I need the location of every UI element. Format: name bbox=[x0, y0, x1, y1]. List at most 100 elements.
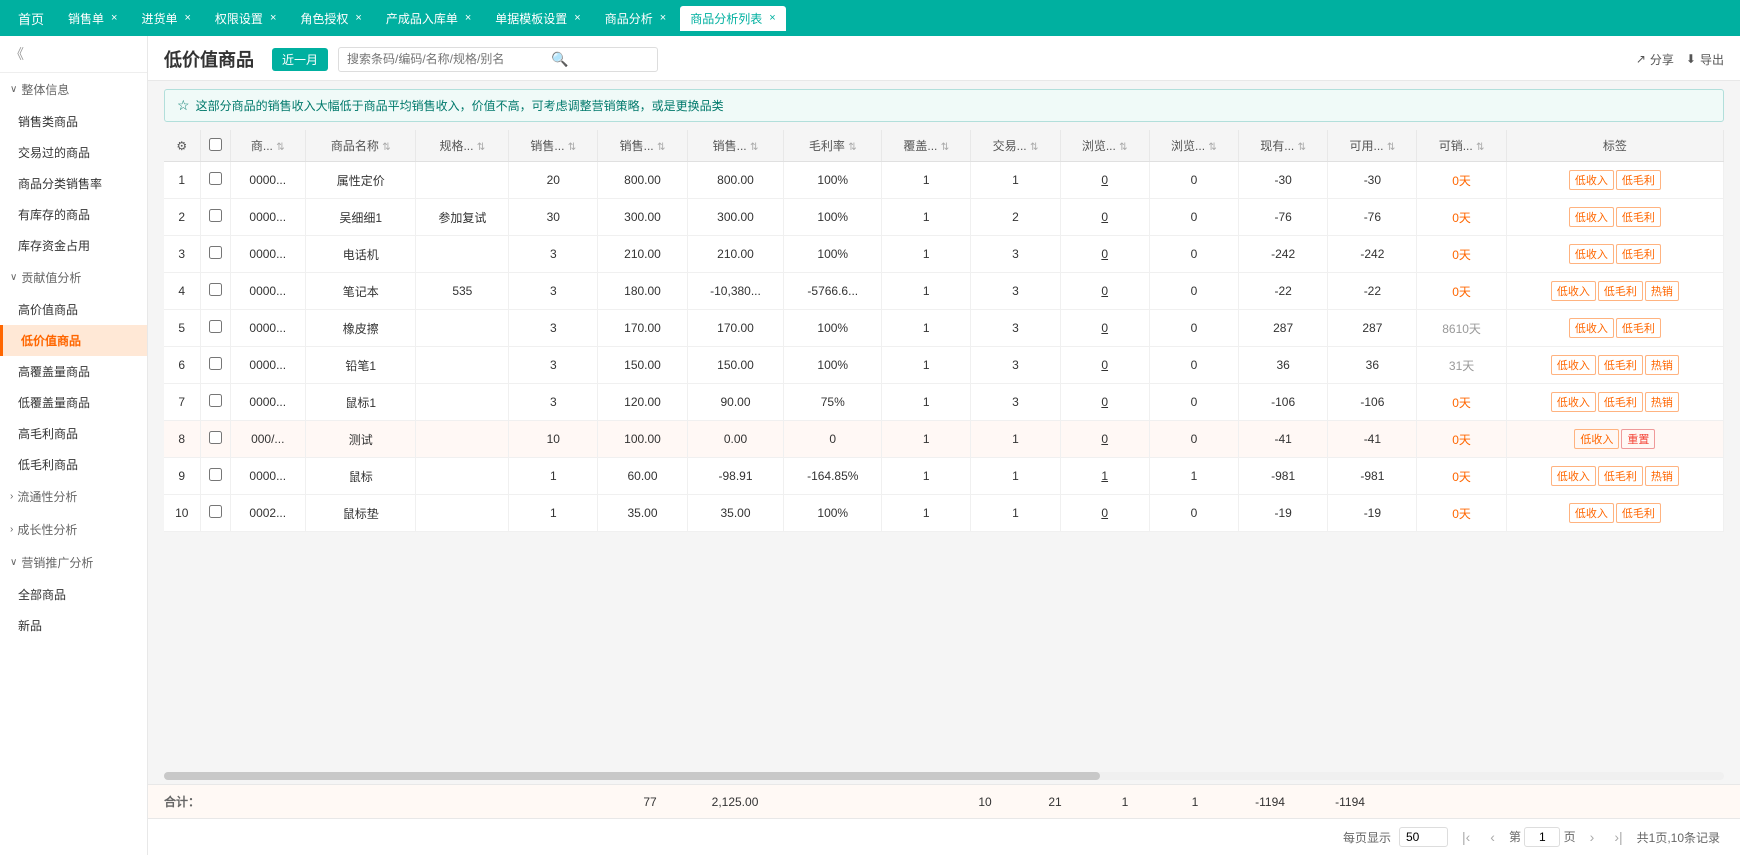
close-icon[interactable]: × bbox=[769, 12, 775, 24]
cell-views1[interactable]: 0 bbox=[1060, 495, 1149, 532]
cell-views1[interactable]: 1 bbox=[1060, 458, 1149, 495]
cell-views1[interactable]: 0 bbox=[1060, 421, 1149, 458]
scrollbar-thumb[interactable] bbox=[164, 772, 1100, 780]
row-checkbox[interactable] bbox=[209, 394, 222, 407]
sidebar-group-growth[interactable]: › 成长性分析 bbox=[0, 513, 147, 546]
col-name[interactable]: 商品名称 ⇅ bbox=[306, 130, 416, 162]
col-gross-margin[interactable]: 毛利率 ⇅ bbox=[784, 130, 882, 162]
nav-item-2[interactable]: 权限设置 × bbox=[205, 6, 286, 31]
sidebar-item-low-margin[interactable]: 低毛利商品 bbox=[0, 449, 147, 480]
cell-views1[interactable]: 0 bbox=[1060, 162, 1149, 199]
close-icon[interactable]: × bbox=[660, 12, 666, 24]
cell-views1[interactable]: 0 bbox=[1060, 310, 1149, 347]
cell-views1[interactable]: 0 bbox=[1060, 199, 1149, 236]
sidebar-item-stock-capital[interactable]: 库存资金占用 bbox=[0, 230, 147, 261]
col-settings[interactable]: ⚙ bbox=[164, 130, 200, 162]
export-button[interactable]: ⬇ 导出 bbox=[1686, 51, 1724, 68]
close-icon[interactable]: × bbox=[270, 12, 276, 24]
col-transactions[interactable]: 交易... ⇅ bbox=[971, 130, 1060, 162]
row-checkbox[interactable] bbox=[209, 209, 222, 222]
close-icon[interactable]: × bbox=[355, 12, 361, 24]
sidebar-collapse-btn[interactable]: 《 bbox=[10, 44, 24, 64]
prev-page-btn[interactable]: ‹ bbox=[1484, 827, 1501, 847]
col-current-stock[interactable]: 现有... ⇅ bbox=[1239, 130, 1328, 162]
search-input[interactable] bbox=[347, 52, 547, 66]
cell-views2: 0 bbox=[1149, 162, 1238, 199]
row-checkbox[interactable] bbox=[209, 468, 222, 481]
sidebar-item-high-coverage[interactable]: 高覆盖量商品 bbox=[0, 356, 147, 387]
nav-item-7[interactable]: 商品分析列表 × bbox=[680, 6, 785, 31]
horizontal-scrollbar[interactable] bbox=[164, 772, 1724, 780]
sidebar-item-low-coverage[interactable]: 低覆盖量商品 bbox=[0, 387, 147, 418]
page-input[interactable] bbox=[1524, 827, 1560, 847]
close-icon[interactable]: × bbox=[184, 12, 190, 24]
next-page-btn[interactable]: › bbox=[1584, 827, 1601, 847]
select-all-checkbox[interactable] bbox=[209, 138, 222, 151]
nav-item-3[interactable]: 角色授权 × bbox=[290, 6, 371, 31]
cell-views1[interactable]: 0 bbox=[1060, 384, 1149, 421]
cell-tags: 低收入低毛利热销 bbox=[1506, 273, 1723, 310]
sidebar-item-low-value[interactable]: 低价值商品 bbox=[0, 325, 147, 356]
row-checkbox[interactable] bbox=[209, 320, 222, 333]
col-sales-profit[interactable]: 销售... ⇅ bbox=[687, 130, 784, 162]
sidebar-item-high-value[interactable]: 高价值商品 bbox=[0, 294, 147, 325]
cell-sales_qty: 3 bbox=[509, 273, 598, 310]
col-code[interactable]: 商... ⇅ bbox=[230, 130, 306, 162]
sidebar-group-circulation[interactable]: › 流通性分析 bbox=[0, 480, 147, 513]
cell-tags: 低收入重置 bbox=[1506, 421, 1723, 458]
row-checkbox-cell bbox=[200, 273, 230, 310]
sidebar-item-category-sales-rate[interactable]: 商品分类销售率 bbox=[0, 168, 147, 199]
nav-item-1[interactable]: 进货单 × bbox=[131, 6, 200, 31]
nav-item-0[interactable]: 销售单 × bbox=[58, 6, 127, 31]
row-checkbox[interactable] bbox=[209, 283, 222, 296]
cell-sales_qty: 1 bbox=[509, 495, 598, 532]
cell-views2: 0 bbox=[1149, 347, 1238, 384]
row-num: 9 bbox=[164, 458, 200, 495]
row-checkbox[interactable] bbox=[209, 431, 222, 444]
row-checkbox[interactable] bbox=[209, 357, 222, 370]
period-button[interactable]: 近一月 bbox=[272, 48, 328, 71]
col-available[interactable]: 可用... ⇅ bbox=[1328, 130, 1417, 162]
sidebar-item-high-margin[interactable]: 高毛利商品 bbox=[0, 418, 147, 449]
row-checkbox-cell bbox=[200, 310, 230, 347]
cell-gross_margin: 100% bbox=[784, 162, 882, 199]
cell-views1[interactable]: 0 bbox=[1060, 236, 1149, 273]
row-checkbox[interactable] bbox=[209, 505, 222, 518]
first-page-btn[interactable]: |‹ bbox=[1456, 827, 1476, 847]
col-coverage[interactable]: 覆盖... ⇅ bbox=[882, 130, 971, 162]
cell-views1[interactable]: 0 bbox=[1060, 273, 1149, 310]
last-page-btn[interactable]: ›| bbox=[1608, 827, 1628, 847]
col-sales-amount[interactable]: 销售... ⇅ bbox=[598, 130, 687, 162]
col-sales-qty[interactable]: 销售... ⇅ bbox=[509, 130, 598, 162]
cell-name: 电话机 bbox=[306, 236, 416, 273]
nav-item-6[interactable]: 商品分析 × bbox=[595, 6, 676, 31]
nav-item-5[interactable]: 单据模板设置 × bbox=[485, 6, 590, 31]
col-views1[interactable]: 浏览... ⇅ bbox=[1060, 130, 1149, 162]
close-icon[interactable]: × bbox=[111, 12, 117, 24]
sidebar-item-stocked-goods[interactable]: 有库存的商品 bbox=[0, 199, 147, 230]
sidebar-item-new-goods[interactable]: 新品 bbox=[0, 610, 147, 641]
col-sellable[interactable]: 可销... ⇅ bbox=[1417, 130, 1506, 162]
close-icon[interactable]: × bbox=[574, 12, 580, 24]
nav-home[interactable]: 首页 bbox=[8, 5, 54, 32]
close-icon[interactable]: × bbox=[465, 12, 471, 24]
sidebar-group-contribution[interactable]: ∨ 贡献值分析 bbox=[0, 261, 147, 294]
sidebar-group-marketing[interactable]: ∨ 营销推广分析 bbox=[0, 546, 147, 579]
nav-item-4[interactable]: 产成品入库单 × bbox=[376, 6, 481, 31]
row-checkbox[interactable] bbox=[209, 246, 222, 259]
cell-code: 0000... bbox=[230, 347, 306, 384]
cell-available: -106 bbox=[1328, 384, 1417, 421]
cell-views1[interactable]: 0 bbox=[1060, 347, 1149, 384]
row-checkbox[interactable] bbox=[209, 172, 222, 185]
share-button[interactable]: ↗ 分享 bbox=[1636, 51, 1674, 68]
search-icon[interactable]: 🔍 bbox=[551, 51, 568, 68]
cell-sales_amount: 100.00 bbox=[598, 421, 687, 458]
sidebar-group-overview[interactable]: ∨ 整体信息 bbox=[0, 73, 147, 106]
sidebar-item-sales-goods[interactable]: 销售类商品 bbox=[0, 106, 147, 137]
page-size-select[interactable]: 50 100 bbox=[1399, 827, 1448, 847]
cell-spec: 535 bbox=[416, 273, 509, 310]
sidebar-item-all-goods[interactable]: 全部商品 bbox=[0, 579, 147, 610]
col-spec[interactable]: 规格... ⇅ bbox=[416, 130, 509, 162]
col-views2[interactable]: 浏览... ⇅ bbox=[1149, 130, 1238, 162]
sidebar-item-traded-goods[interactable]: 交易过的商品 bbox=[0, 137, 147, 168]
